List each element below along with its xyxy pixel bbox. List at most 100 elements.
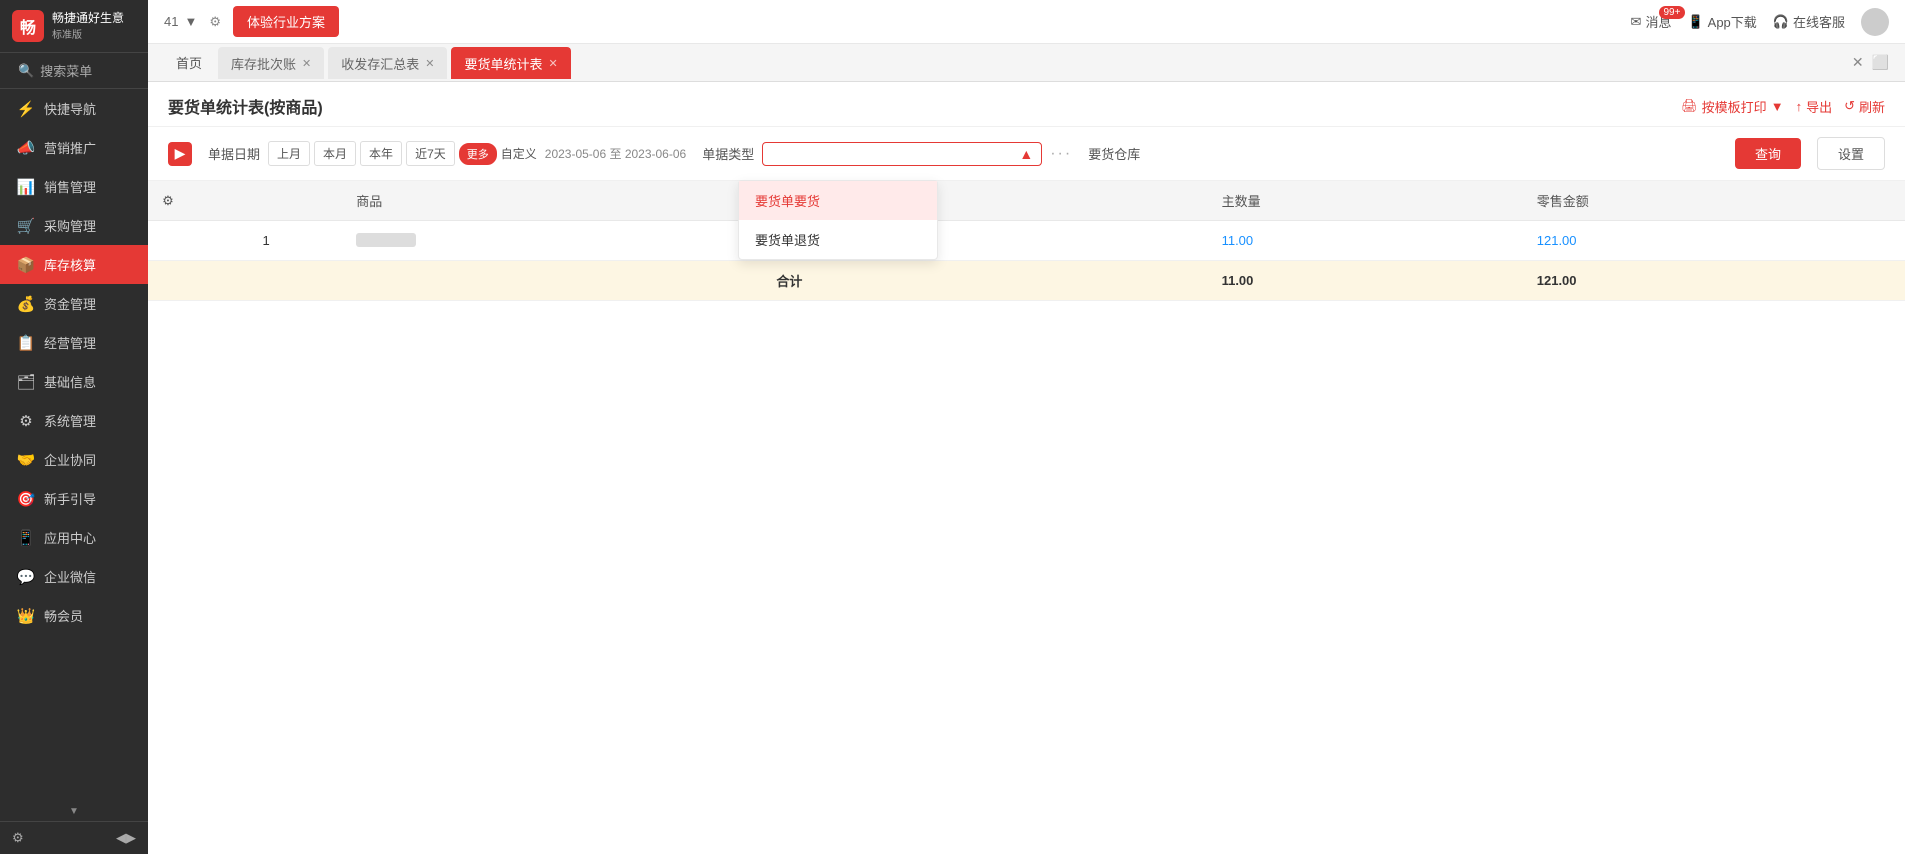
search-menu[interactable]: 🔍 搜索菜单: [0, 53, 148, 89]
date-btn-last-month[interactable]: 上月: [268, 141, 310, 166]
sidebar-item-base-info[interactable]: 🗂 基础信息: [0, 362, 148, 401]
sidebar-item-quick-nav[interactable]: ⚡ 快捷导航: [0, 89, 148, 128]
sidebar-item-enterprise-wechat[interactable]: 💬 企业微信: [0, 557, 148, 596]
tab-receivable-summary-label: 收发存汇总表: [341, 54, 419, 73]
nav-icon-member: 👑: [16, 607, 36, 625]
td-empty: [148, 221, 188, 261]
tab-close-all-icon[interactable]: ✕: [1852, 54, 1864, 71]
industry-btn[interactable]: 体验行业方案: [233, 6, 339, 37]
footer-empty-2: [188, 261, 344, 301]
content-area: 要货单统计表(按商品) 🖨 按模板打印 ▼ ↑ 导出 ↺ 刷新 ▶: [148, 82, 1905, 854]
date-btn-this-month[interactable]: 本月: [314, 141, 356, 166]
filter-bar: ▶ 单据日期 上月 本月 本年 近7天 更多 自定义 2023-05-06 至 …: [148, 127, 1905, 181]
nav-icon-marketing: 📣: [16, 139, 36, 157]
app-download-btn[interactable]: 📱 App下载: [1687, 12, 1756, 31]
settings-btn[interactable]: 设置: [1817, 137, 1885, 170]
tab-receivable-summary-close[interactable]: ✕: [425, 57, 434, 70]
tab-order-stats-close[interactable]: ✕: [549, 57, 558, 70]
export-btn[interactable]: ↑ 导出: [1796, 97, 1833, 116]
topbar-right: ✉ 消息 99+ 📱 App下载 🎧 在线客服: [1631, 8, 1889, 36]
footer-empty-1: [148, 261, 188, 301]
online-service-btn[interactable]: 🎧 在线客服: [1773, 12, 1845, 31]
nav-icon-quick: ⚡: [16, 100, 36, 118]
sidebar-item-finance[interactable]: 💰 资金管理: [0, 284, 148, 323]
sidebar: 畅 畅捷通好生意 标准版 🔍 搜索菜单 ⚡ 快捷导航 📣 营销推广 📊 销售管理…: [0, 0, 148, 854]
tab-batch-account-label: 库存批次账: [231, 54, 296, 73]
sidebar-item-member[interactable]: 👑 畅会员: [0, 596, 148, 635]
store-selector[interactable]: 41 ▼: [164, 14, 197, 29]
footer-quantity: 11.00: [1210, 261, 1525, 301]
tab-order-stats[interactable]: 要货单统计表 ✕: [451, 47, 570, 79]
export-label: 导出: [1806, 97, 1832, 116]
tab-batch-account[interactable]: 库存批次账 ✕: [218, 47, 324, 79]
sidebar-item-marketing[interactable]: 📣 营销推广: [0, 128, 148, 167]
type-input[interactable]: [771, 146, 1019, 161]
sidebar-header: 畅 畅捷通好生意 标准版: [0, 0, 148, 53]
date-btn-last-7days[interactable]: 近7天: [406, 141, 455, 166]
settings-gear-icon[interactable]: ⚙: [209, 14, 221, 30]
date-custom-btn[interactable]: 自定义: [501, 145, 537, 162]
tabbar-actions: ✕ ⬜: [1852, 54, 1889, 71]
sidebar-item-guide[interactable]: 🎯 新手引导: [0, 479, 148, 518]
app-title: 畅捷通好生意: [52, 11, 124, 27]
dropdown-item-return[interactable]: 要货单退货: [739, 220, 937, 259]
sidebar-item-operations[interactable]: 📋 经营管理: [0, 323, 148, 362]
td-amount[interactable]: 121.00: [1525, 221, 1905, 261]
type-dropdown-menu: 要货单要货 要货单退货: [738, 180, 938, 260]
tab-expand-icon[interactable]: ⬜: [1872, 54, 1889, 71]
scroll-down-arrow[interactable]: ▼: [0, 802, 148, 821]
export-icon: ↑: [1796, 99, 1803, 114]
tab-batch-account-close[interactable]: ✕: [302, 57, 311, 70]
nav-icon-enterprise: 🤝: [16, 451, 36, 469]
nav-icon-wechat: 💬: [16, 568, 36, 586]
app-logo: 畅: [12, 10, 44, 42]
dropdown-item-order[interactable]: 要货单要货: [739, 181, 937, 220]
sidebar-item-system[interactable]: ⚙ 系统管理: [0, 401, 148, 440]
footer-empty-3: [344, 261, 764, 301]
page-header: 要货单统计表(按商品) 🖨 按模板打印 ▼ ↑ 导出 ↺ 刷新: [148, 82, 1905, 127]
date-btn-this-year[interactable]: 本年: [360, 141, 402, 166]
th-quantity: 主数量: [1210, 181, 1525, 221]
refresh-icon: ↺: [1844, 98, 1855, 114]
nav-icon-base: 🗂: [16, 373, 36, 391]
phone-icon: 📱: [1687, 14, 1703, 30]
td-product: [344, 221, 764, 261]
th-settings[interactable]: ⚙: [148, 181, 188, 221]
tab-home[interactable]: 首页: [164, 47, 214, 78]
warehouse-filter-label: 要货仓库: [1088, 144, 1140, 163]
product-name-blurred: [356, 233, 416, 247]
messages-btn[interactable]: ✉ 消息 99+: [1631, 12, 1672, 31]
refresh-btn[interactable]: ↺ 刷新: [1844, 97, 1885, 116]
page-title: 要货单统计表(按商品): [168, 94, 323, 118]
nav-icon-sales: 📊: [16, 178, 36, 196]
filter-more-btn[interactable]: ···: [1050, 145, 1072, 163]
main-area: 41 ▼ ⚙ 体验行业方案 ✉ 消息 99+ 📱 App下载 🎧 在线客服: [148, 0, 1905, 854]
sidebar-item-app-center[interactable]: 📱 应用中心: [0, 518, 148, 557]
date-range: 上月 本月 本年 近7天 更多 自定义: [268, 141, 537, 166]
table-footer-row: 合计 11.00 121.00: [148, 261, 1905, 301]
sidebar-item-inventory[interactable]: 📦 库存核算: [0, 245, 148, 284]
td-quantity[interactable]: 11.00: [1210, 221, 1525, 261]
settings-icon[interactable]: ⚙: [12, 830, 24, 846]
tab-receivable-summary[interactable]: 收发存汇总表 ✕: [328, 47, 447, 79]
nav-icon-app: 📱: [16, 529, 36, 547]
nav-icon-operations: 📋: [16, 334, 36, 352]
topbar-left: 41 ▼ ⚙ 体验行业方案: [164, 6, 339, 37]
sidebar-item-sales[interactable]: 📊 销售管理: [0, 167, 148, 206]
column-settings-icon[interactable]: ⚙: [162, 193, 174, 208]
query-btn[interactable]: 查询: [1735, 138, 1801, 169]
user-avatar[interactable]: [1861, 8, 1889, 36]
filter-warehouse-group: 要货仓库: [1088, 144, 1140, 163]
print-btn[interactable]: 🖨 按模板打印 ▼: [1681, 97, 1783, 116]
collapse-icon[interactable]: ◀▶: [116, 830, 136, 846]
headset-icon: 🎧: [1773, 14, 1789, 30]
type-dropdown-arrow[interactable]: ▲: [1019, 146, 1033, 162]
sidebar-item-purchase[interactable]: 🛒 采购管理: [0, 206, 148, 245]
topbar: 41 ▼ ⚙ 体验行业方案 ✉ 消息 99+ 📱 App下载 🎧 在线客服: [148, 0, 1905, 44]
nav-icon-purchase: 🛒: [16, 217, 36, 235]
nav-icon-finance: 💰: [16, 295, 36, 313]
date-btn-more[interactable]: 更多: [459, 143, 497, 165]
sidebar-nav: ⚡ 快捷导航 📣 营销推广 📊 销售管理 🛒 采购管理 📦 库存核算 💰 资金管…: [0, 89, 148, 802]
filter-expand-btn[interactable]: ▶: [168, 142, 192, 166]
sidebar-item-enterprise[interactable]: 🤝 企业协同: [0, 440, 148, 479]
